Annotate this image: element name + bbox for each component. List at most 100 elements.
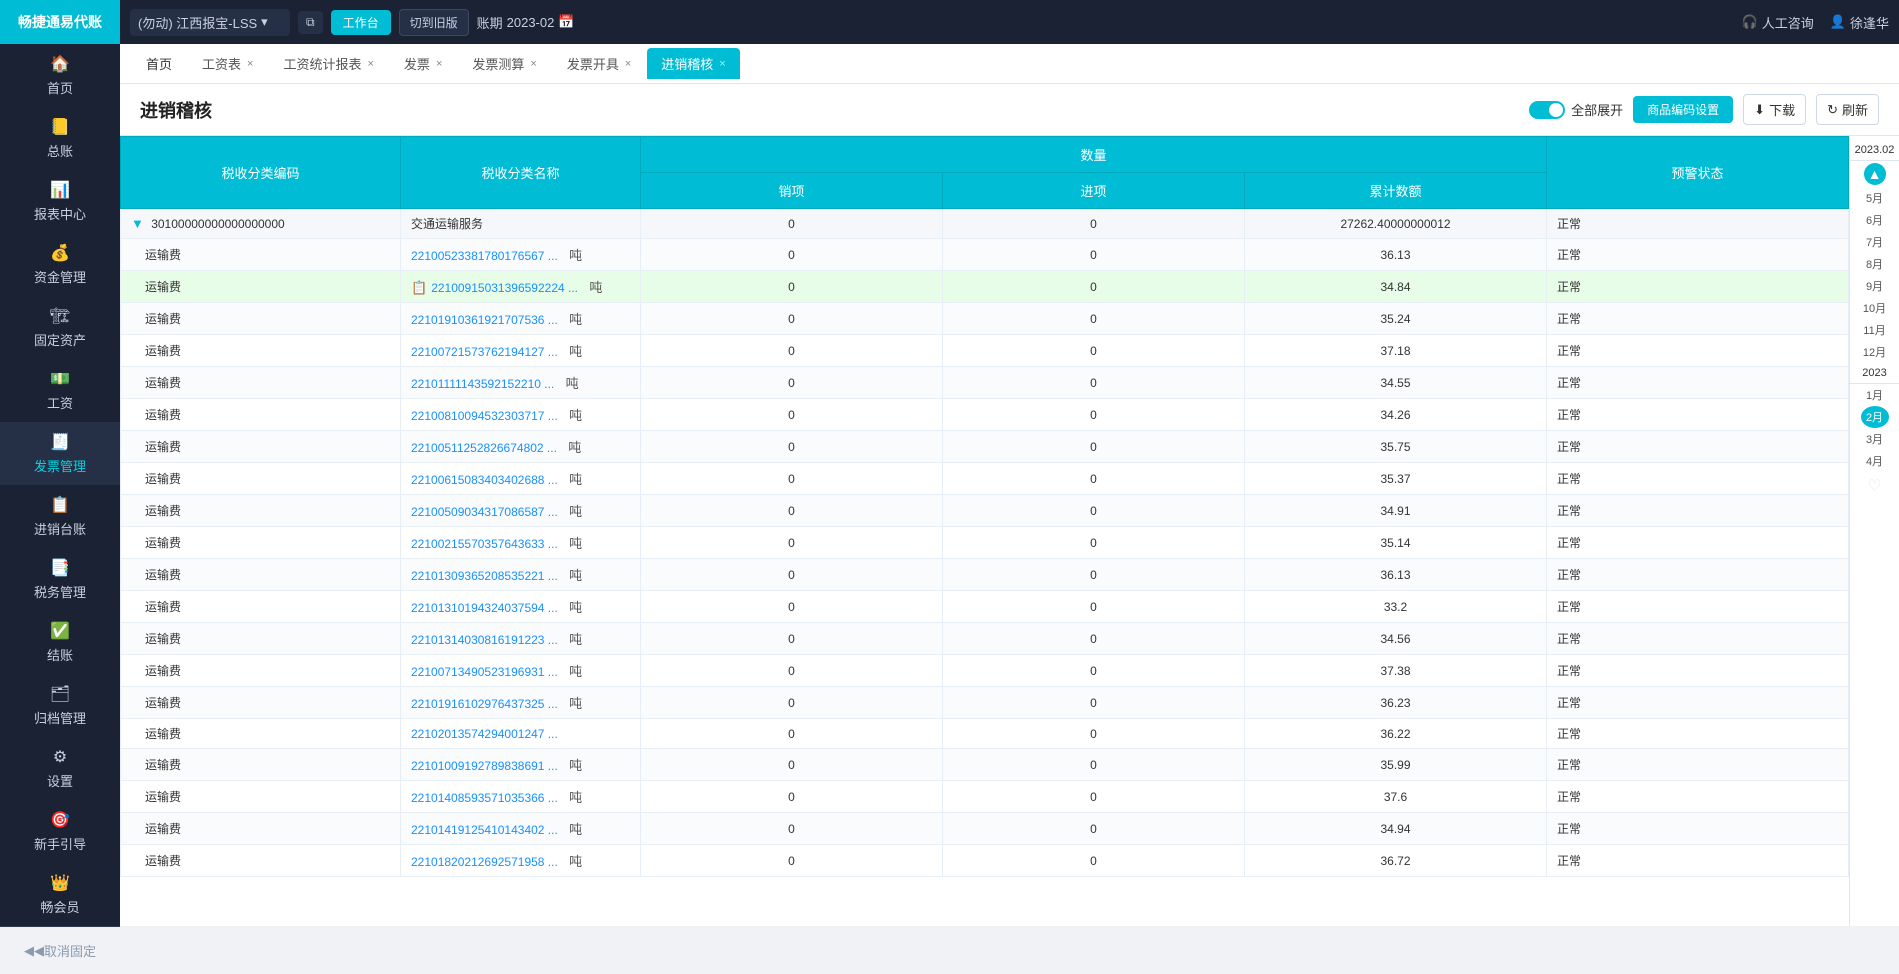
cell-code: 运输费 — [121, 527, 401, 559]
cell-total: 37.18 — [1245, 335, 1547, 367]
tab-home[interactable]: 首页 — [132, 48, 186, 79]
copy-button[interactable]: ⧉ — [298, 11, 323, 34]
sidebar-item-accounting[interactable]: ✅ 结账 — [0, 611, 120, 674]
sidebar-label-accounting: 结账 — [47, 645, 73, 664]
month-4[interactable]: 4月 — [1850, 450, 1899, 472]
tab-close-payroll[interactable]: × — [247, 58, 253, 70]
cell-taxid: 22101314030816191223 ... 吨 — [401, 623, 641, 655]
cell-status: 正常 — [1547, 559, 1849, 591]
company-selector[interactable]: (勿动) 江西报宝-LSS ▾ — [130, 9, 290, 36]
cell-purchase: 0 — [943, 813, 1245, 845]
period-label: 账期 2023-02 📅 — [477, 13, 575, 32]
tab-close-invoice-open[interactable]: × — [625, 58, 631, 70]
tab-close-check[interactable]: × — [719, 58, 725, 70]
sidebar-icon-payroll: 💵 — [50, 369, 70, 389]
sidebar-item-invoice-mgmt[interactable]: 🧾 发票管理 — [0, 422, 120, 485]
month-3[interactable]: 3月 — [1850, 428, 1899, 450]
sidebar-label-archive: 归档管理 — [34, 708, 86, 727]
tab-invoice-open[interactable]: 发票开具× — [553, 48, 645, 79]
cell-code: 运输费 — [121, 623, 401, 655]
cell-code: 运输费 — [121, 813, 401, 845]
cell-code: 运输费 — [121, 655, 401, 687]
main-table: 税收分类编码 税收分类名称 数量 预警状态 销项 进项 累计数额 ▼ 3 — [120, 136, 1849, 877]
month-10[interactable]: 10月 — [1850, 297, 1899, 319]
cell-total: 36.72 — [1245, 845, 1547, 877]
month-8[interactable]: 8月 — [1850, 253, 1899, 275]
month-up-btn[interactable]: ▲ — [1864, 163, 1886, 185]
sidebar-item-reports[interactable]: 📊 报表中心 — [0, 170, 120, 233]
cell-total: 34.56 — [1245, 623, 1547, 655]
tab-check[interactable]: 进销稽核× — [647, 48, 739, 79]
product-code-settings-button[interactable]: 商品编码设置 — [1633, 96, 1733, 123]
tab-invoice-calc[interactable]: 发票测算× — [458, 48, 550, 79]
month-6[interactable]: 6月 — [1850, 209, 1899, 231]
support-label[interactable]: 🎧 人工咨询 — [1742, 13, 1814, 32]
tab-payroll[interactable]: 工资表× — [188, 48, 267, 79]
sidebar-item-home[interactable]: 🏠 首页 — [0, 44, 120, 107]
expand-toggle[interactable]: 全部展开 — [1529, 100, 1623, 119]
tab-close-invoice-calc[interactable]: × — [530, 58, 536, 70]
download-button[interactable]: ⬇ 下载 — [1743, 94, 1806, 125]
table-row: 运输费 22101419125410143402 ... 吨 0 0 34.94… — [121, 813, 1849, 845]
month-2-active[interactable]: 2月 — [1861, 406, 1889, 428]
sidebar-item-tax-mgmt[interactable]: 📑 税务管理 — [0, 548, 120, 611]
month-12[interactable]: 12月 — [1850, 341, 1899, 363]
right-panel: 2023.02 ▲ 5月 6月 7月 8月 9月 10月 11月 12月 202… — [1849, 136, 1899, 926]
month-5[interactable]: 5月 — [1850, 187, 1899, 209]
sidebar-icon-settings: ⚙ — [53, 747, 67, 767]
table-row: 运输费 22100509034317086587 ... 吨 0 0 34.91… — [121, 495, 1849, 527]
sidebar-icon-assets: 🏗 — [50, 306, 70, 326]
cell-code: 运输费 — [121, 335, 401, 367]
unpin-label: 取消固定 — [44, 941, 96, 960]
sidebar-item-trade-desk[interactable]: 📋 进销台账 — [0, 485, 120, 548]
sidebar-item-archive[interactable]: 🗂 归档管理 — [0, 674, 120, 737]
table-row: 运输费 22100721573762194127 ... 吨 0 0 37.18… — [121, 335, 1849, 367]
sidebar-item-capital[interactable]: 💰 资金管理 — [0, 233, 120, 296]
sidebar-icon-archive: 🗂 — [50, 684, 70, 704]
cell-purchase: 0 — [943, 431, 1245, 463]
cell-status: 正常 — [1547, 367, 1849, 399]
unpin-button[interactable]: ◀◀ 取消固定 — [0, 935, 120, 966]
table-row: 运输费 22101009192789838691 ... 吨 0 0 35.99… — [121, 749, 1849, 781]
table-row: 运输费 22101910361921707536 ... 吨 0 0 35.24… — [121, 303, 1849, 335]
switch-version-button[interactable]: 切到旧版 — [399, 9, 469, 36]
sidebar-item-settings[interactable]: ⚙ 设置 — [0, 737, 120, 800]
table-row: 运输费 22101310194324037594 ... 吨 0 0 33.2 … — [121, 591, 1849, 623]
cell-taxid: 22101310194324037594 ... 吨 — [401, 591, 641, 623]
avatar-icon: 👤 — [1830, 14, 1846, 30]
cell-total: 34.84 — [1245, 271, 1547, 303]
cell-taxid: 22100511252826674802 ... 吨 — [401, 431, 641, 463]
tab-close-invoice[interactable]: × — [436, 58, 442, 70]
cell-status: 正常 — [1547, 399, 1849, 431]
cell-status: 正常 — [1547, 813, 1849, 845]
user-profile[interactable]: 👤 徐逢华 — [1830, 13, 1889, 32]
cell-sales: 0 — [641, 495, 943, 527]
cell-purchase: 0 — [943, 367, 1245, 399]
table-row: 运输费 22101314030816191223 ... 吨 0 0 34.56… — [121, 623, 1849, 655]
cell-taxid: 22101111143592152210 ... 吨 — [401, 367, 641, 399]
sidebar-item-payroll[interactable]: 💵 工资 — [0, 359, 120, 422]
content-area: 进销稽核 全部展开 商品编码设置 ⬇ 下载 ↻ 刷新 — [120, 84, 1899, 926]
toggle-switch[interactable] — [1529, 101, 1565, 119]
cell-taxid: 22101309365208535221 ... 吨 — [401, 559, 641, 591]
tab-payroll-stats[interactable]: 工资统计报表× — [269, 48, 387, 79]
tab-close-payroll-stats[interactable]: × — [367, 58, 373, 70]
table-row: 运输费 22100215570357643633 ... 吨 0 0 35.14… — [121, 527, 1849, 559]
sidebar-item-assets[interactable]: 🏗 固定资产 — [0, 296, 120, 359]
calendar-icon[interactable]: 📅 — [558, 14, 574, 30]
refresh-button[interactable]: ↻ 刷新 — [1816, 94, 1879, 125]
month-9[interactable]: 9月 — [1850, 275, 1899, 297]
cell-code: 运输费 — [121, 303, 401, 335]
sidebar-item-guide[interactable]: 🎯 新手引导 — [0, 800, 120, 863]
workbench-button[interactable]: 工作台 — [331, 10, 391, 35]
tab-invoice[interactable]: 发票× — [390, 48, 456, 79]
month-7[interactable]: 7月 — [1850, 231, 1899, 253]
month-11[interactable]: 11月 — [1850, 319, 1899, 341]
sidebar-item-ledger[interactable]: 📒 总账 — [0, 107, 120, 170]
cell-status: 正常 — [1547, 687, 1849, 719]
cell-taxid: 22101009192789838691 ... 吨 — [401, 749, 641, 781]
month-1[interactable]: 1月 — [1850, 384, 1899, 406]
sidebar-item-member[interactable]: 👑 畅会员 — [0, 863, 120, 926]
table-row: 运输费 22101916102976437325 ... 吨 0 0 36.23… — [121, 687, 1849, 719]
cell-sales: 0 — [641, 303, 943, 335]
